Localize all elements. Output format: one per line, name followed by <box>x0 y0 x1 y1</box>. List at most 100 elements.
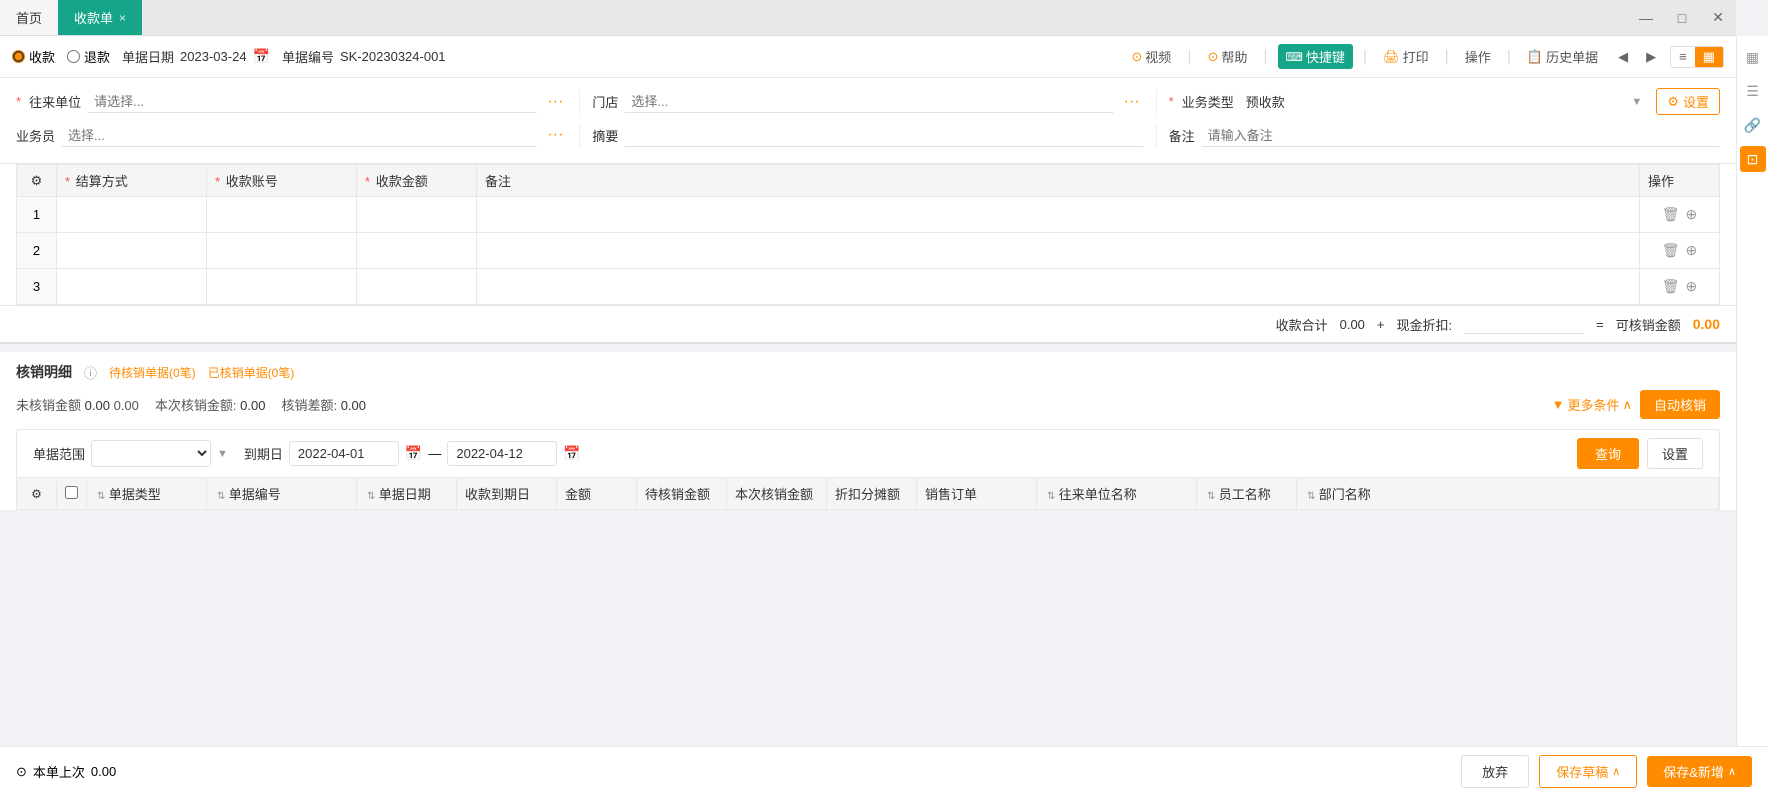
writeoff-info-icon[interactable]: ⓘ <box>84 363 97 382</box>
bill-no-value: SK-20230324-001 <box>340 49 446 64</box>
bill-range-select[interactable] <box>91 440 211 467</box>
available-label: 可核销金额 <box>1616 315 1681 334</box>
copy-row-1-icon[interactable]: ⊕ <box>1686 206 1698 223</box>
amount-input-1[interactable] <box>357 197 476 232</box>
history-label: 历史单据 <box>1546 47 1598 66</box>
salesperson-more-btn[interactable]: ··· <box>543 126 567 144</box>
note-input[interactable] <box>1201 124 1720 147</box>
prev-next-icon: ⊙ <box>16 764 27 780</box>
grid-view-btn[interactable]: ▦ <box>1695 47 1723 67</box>
bth-discount: 折扣分摊额 <box>827 478 917 509</box>
note-field: 备注 <box>1169 124 1720 147</box>
save-new-button[interactable]: 保存&新增 ∧ <box>1647 756 1752 787</box>
minimize-button[interactable]: — <box>1628 0 1664 36</box>
plus-sign: + <box>1377 317 1385 332</box>
shortcut-button[interactable]: ⌨ 快捷键 <box>1278 44 1353 69</box>
settle-input-2[interactable] <box>57 233 206 268</box>
settle-input-3[interactable] <box>57 269 206 304</box>
remark-input-3[interactable] <box>477 269 1639 304</box>
settings-button[interactable]: ⚙ 设置 <box>1656 88 1720 115</box>
table-row: 3 🗑 ⊕ <box>17 269 1720 305</box>
bth-billno-label: 单据编号 <box>229 487 281 502</box>
amount-input-3[interactable] <box>357 269 476 304</box>
save-draft-button[interactable]: 保存草稿 ∧ <box>1539 755 1637 788</box>
filter-icon: ▼ <box>1552 397 1565 412</box>
discount-input[interactable] <box>1464 314 1584 334</box>
tab-active[interactable]: 收款单 × <box>58 0 142 35</box>
writeoff-section: 核销明细 ⓘ 待核销单据(0笔) 已核销单据(0笔) 未核销金额 0.00 0.… <box>0 352 1736 510</box>
thistime-value: 0.00 <box>240 398 265 413</box>
video-icon: ⊙ <box>1131 49 1142 65</box>
sidebar-attachment-icon[interactable]: 🔗 <box>1740 112 1766 138</box>
maximize-button[interactable]: □ <box>1664 0 1700 36</box>
receive-radio-input[interactable] <box>12 50 25 63</box>
equals-sign: = <box>1596 317 1604 332</box>
account-input-3[interactable] <box>207 269 356 304</box>
divider2 <box>1156 90 1157 114</box>
due-date-end-icon[interactable]: 📅 <box>563 445 580 462</box>
sidebar-table-icon[interactable]: ▦ <box>1740 44 1766 70</box>
business-type-dropdown-icon[interactable]: ▼ <box>1631 96 1642 108</box>
settle-input-1[interactable] <box>57 197 206 232</box>
row-num-1: 1 <box>17 197 57 233</box>
bth-duedate-label: 收款到期日 <box>465 487 530 502</box>
receive-radio[interactable]: 收款 <box>12 47 55 66</box>
row-settle-2 <box>57 233 207 269</box>
sidebar-list-icon[interactable]: ☰ <box>1740 78 1766 104</box>
due-date-start-icon[interactable]: 📅 <box>405 445 422 462</box>
help-button[interactable]: ⊙ 帮助 <box>1201 44 1253 69</box>
table-settings-icon[interactable]: ⚙ <box>25 173 48 189</box>
save-new-label: 保存&新增 <box>1663 762 1724 781</box>
delete-row-3-icon[interactable]: 🗑 <box>1662 278 1680 295</box>
account-input-2[interactable] <box>207 233 356 268</box>
delete-row-2-icon[interactable]: 🗑 <box>1662 242 1680 259</box>
operation-button[interactable]: 操作 <box>1459 44 1497 69</box>
video-button[interactable]: ⊙ 视频 <box>1125 44 1177 69</box>
close-button[interactable]: ✕ <box>1700 0 1736 36</box>
nav-next[interactable]: ▶ <box>1642 47 1660 67</box>
calendar-icon[interactable]: 📅 <box>253 48 270 65</box>
right-sidebar: ▦ ☰ 🔗 ⊡ <box>1736 36 1768 796</box>
writeoff-title: 核销明细 <box>16 362 72 382</box>
query-button[interactable]: 查询 <box>1577 438 1639 469</box>
counterpart-input[interactable] <box>87 90 537 113</box>
list-view-btn[interactable]: ≡ <box>1671 47 1695 67</box>
account-input-1[interactable] <box>207 197 356 232</box>
tab-close-icon[interactable]: × <box>119 11 126 25</box>
sep5: | <box>1507 48 1511 66</box>
select-all-checkbox[interactable] <box>65 486 78 499</box>
history-button[interactable]: 📋 历史单据 <box>1521 44 1604 69</box>
diff-label: 核销差额: <box>281 398 337 413</box>
counterpart-more-btn[interactable]: ··· <box>543 93 567 111</box>
sep1: | <box>1187 48 1191 66</box>
due-date-end[interactable] <box>447 441 557 466</box>
sidebar-capture-icon[interactable]: ⊡ <box>1740 146 1766 172</box>
store-input[interactable] <box>624 90 1113 113</box>
copy-row-2-icon[interactable]: ⊕ <box>1686 242 1698 259</box>
nav-prev[interactable]: ◀ <box>1614 47 1632 67</box>
due-date-start[interactable] <box>289 441 399 466</box>
more-conditions-link[interactable]: ▼ 更多条件 ∧ <box>1552 395 1632 414</box>
discard-button[interactable]: 放弃 <box>1461 755 1529 788</box>
bottom-table-header: ⚙ ⇅ 单据类型 ⇅ 单据编号 ⇅ 单据日期 收款到期日 金额 <box>16 478 1720 510</box>
summary-input[interactable] <box>624 124 1143 147</box>
salesperson-input[interactable] <box>61 124 537 147</box>
save-draft-arrow: ∧ <box>1612 765 1620 778</box>
bill-range-dropdown-icon[interactable]: ▼ <box>217 448 228 460</box>
remark-input-1[interactable] <box>477 197 1639 232</box>
table-settings-button[interactable]: 设置 <box>1647 438 1703 469</box>
refund-radio[interactable]: 退款 <box>67 47 110 66</box>
tab-home[interactable]: 首页 <box>0 0 58 35</box>
remark-input-2[interactable] <box>477 233 1639 268</box>
bth-gear[interactable]: ⚙ <box>17 481 57 507</box>
bth-salesorder: 销售订单 <box>917 478 1037 509</box>
copy-row-3-icon[interactable]: ⊕ <box>1686 278 1698 295</box>
auto-writeoff-button[interactable]: 自动核销 <box>1640 390 1720 419</box>
amount-input-2[interactable] <box>357 233 476 268</box>
store-more-btn[interactable]: ··· <box>1120 93 1144 111</box>
pending-tab[interactable]: 待核销单据(0笔) <box>109 364 196 381</box>
refund-radio-input[interactable] <box>67 50 80 63</box>
done-tab[interactable]: 已核销单据(0笔) <box>208 364 295 381</box>
delete-row-1-icon[interactable]: 🗑 <box>1662 206 1680 223</box>
print-button[interactable]: 🖨 打印 <box>1377 44 1435 69</box>
